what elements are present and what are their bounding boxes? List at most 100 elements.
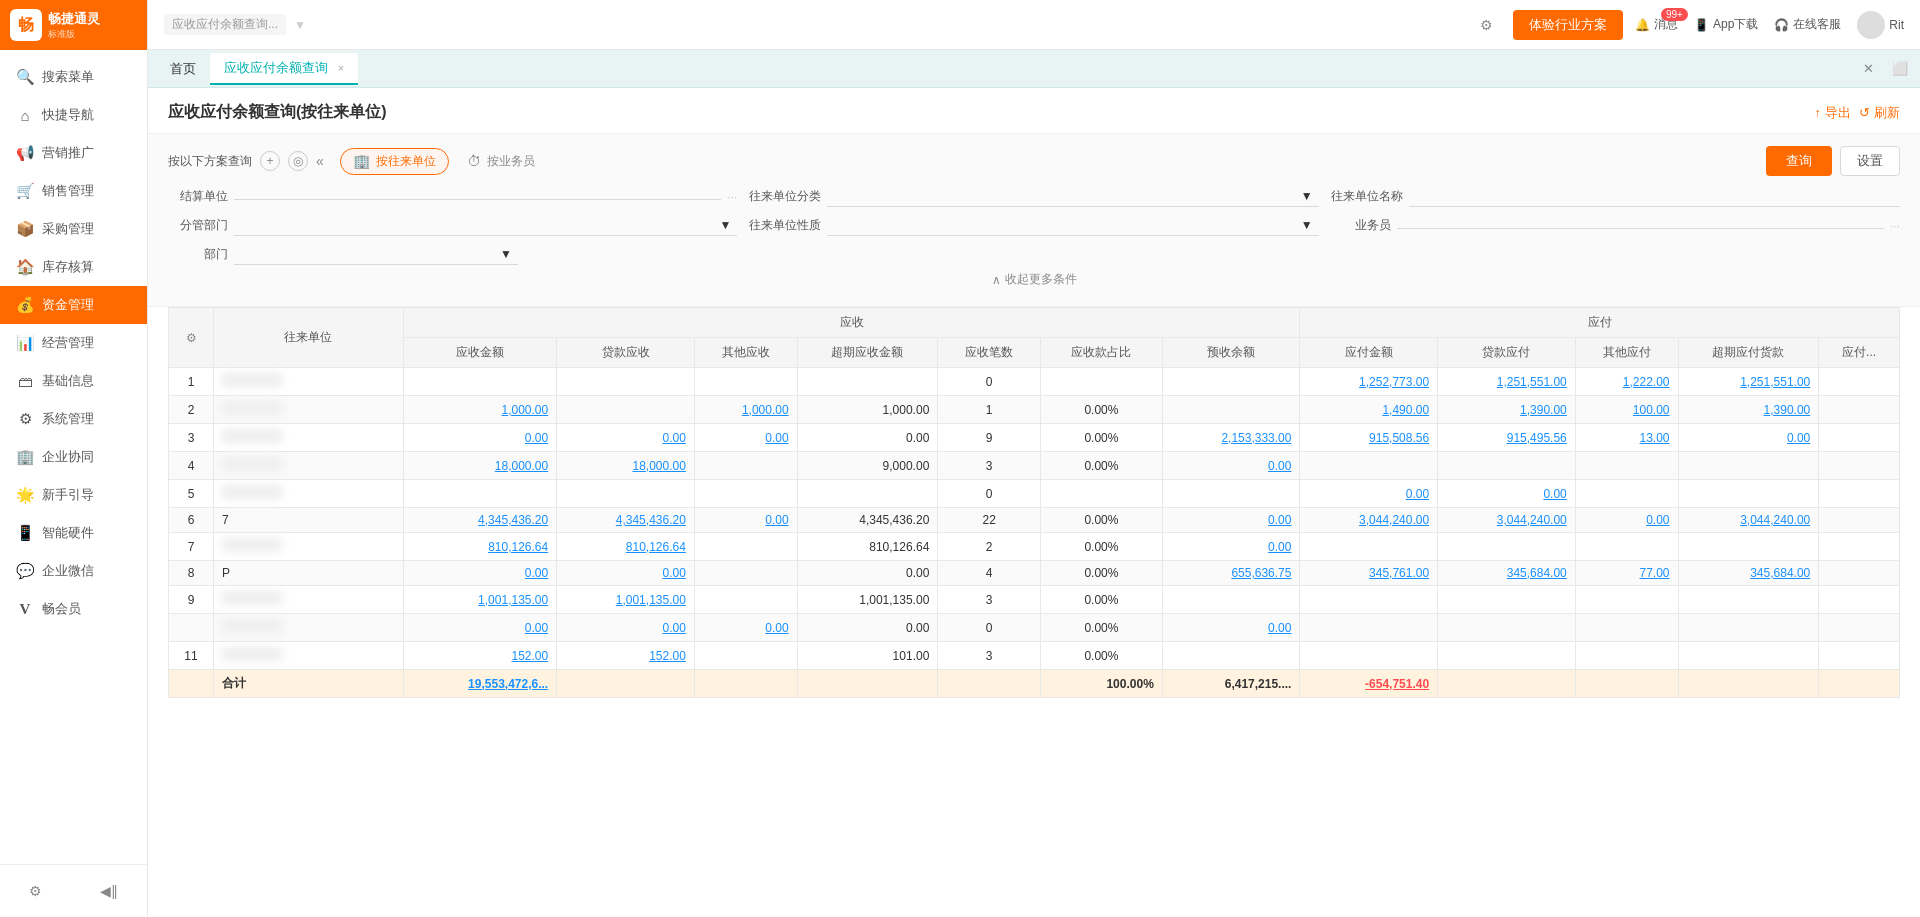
dept-select[interactable]: ▼ [234,244,518,265]
user-area[interactable]: Rit [1857,11,1904,39]
sidebar-item-corp[interactable]: 🏢 企业协同 [0,438,147,476]
table-cell[interactable]: 3,044,240.00 [1678,508,1819,533]
table-cell[interactable]: 0.00 [1162,614,1300,642]
table-cell[interactable]: 345,684.00 [1678,561,1819,586]
set-button[interactable]: 设置 [1840,146,1900,176]
table-cell[interactable]: 810,126.64 [557,533,695,561]
table-cell[interactable]: 1,252,773.00 [1300,368,1438,396]
table-cell[interactable]: 4,345,436.20 [403,508,556,533]
table-cell[interactable]: 4,345,436.20 [557,508,695,533]
sidebar-item-search[interactable]: 🔍 搜索菜单 [0,58,147,96]
table-cell[interactable]: 0.00 [403,614,556,642]
tab-close-icon[interactable]: × [338,62,344,74]
query-button[interactable]: 查询 [1766,146,1832,176]
online-service-btn[interactable]: 🎧 在线客服 [1774,16,1841,33]
table-cell[interactable]: 810,126.64 [403,533,556,561]
unit-name-input[interactable] [1409,186,1900,207]
app-download-btn[interactable]: 📱 App下载 [1694,16,1758,33]
table-cell[interactable]: 18,000.00 [557,452,695,480]
table-cell[interactable]: 1,251,551.00 [1678,368,1819,396]
sidebar-item-quick[interactable]: ⌂ 快捷导航 [0,96,147,134]
table-cell[interactable]: 1,000.00 [403,396,556,424]
sidebar-item-guide[interactable]: 🌟 新手引导 [0,476,147,514]
salesperson-input[interactable] [1397,222,1884,229]
table-cell[interactable]: 1,251,551.00 [1438,368,1576,396]
tab-ar-ap[interactable]: 应收应付余额查询 × [210,53,358,85]
sidebar-settings-btn[interactable]: ⚙ [21,875,50,907]
filter-option-unit[interactable]: 🏢 按往来单位 [340,148,449,175]
table-cell[interactable]: 13.00 [1575,424,1678,452]
table-cell[interactable]: 0.00 [1678,424,1819,452]
sidebar-item-marketing[interactable]: 📢 营销推广 [0,134,147,172]
table-cell[interactable]: 0.00 [1575,508,1678,533]
gear-button[interactable]: ⚙ [1473,11,1501,39]
refresh-button[interactable]: ↺ 刷新 [1859,104,1900,122]
table-cell[interactable]: 0.00 [557,561,695,586]
table-cell[interactable]: 100.00 [1575,396,1678,424]
sidebar-item-basic[interactable]: 🗃 基础信息 [0,362,147,400]
table-cell[interactable]: 0.00 [1300,480,1438,508]
sidebar-item-member[interactable]: V 畅会员 [0,590,147,628]
settle-unit-input[interactable] [234,193,721,200]
table-cell[interactable]: 345,684.00 [1438,561,1576,586]
table-cell[interactable]: 0.00 [694,614,797,642]
table-cell[interactable]: 1,001,135.00 [403,586,556,614]
export-button[interactable]: ↑ 导出 [1815,104,1852,122]
table-cell[interactable]: 2,153,333.00 [1162,424,1300,452]
table-cell[interactable]: 0.00 [694,508,797,533]
table-cell[interactable]: 0.00 [1162,452,1300,480]
table-cell[interactable]: 3,044,240.00 [1438,508,1576,533]
table-cell[interactable]: 0.00 [403,424,556,452]
table-cell[interactable]: 0.00 [1162,533,1300,561]
sidebar-item-wechat[interactable]: 💬 企业微信 [0,552,147,590]
filter-option-staff[interactable]: ⏱ 按业务员 [457,148,545,175]
table-cell[interactable]: 0.00 [694,424,797,452]
unit-category-select[interactable]: ▼ [827,186,1318,207]
tab-home[interactable]: 首页 [156,54,210,84]
table-cell [1438,452,1576,480]
tab-maximize-btn[interactable]: ⬜ [1888,57,1912,81]
sidebar-item-sales[interactable]: 🛒 销售管理 [0,172,147,210]
table-cell[interactable]: 915,495.56 [1438,424,1576,452]
filter-more-btn[interactable]: ∧ 收起更多条件 [168,265,1900,294]
sidebar-item-operation[interactable]: 📊 经营管理 [0,324,147,362]
table-cell[interactable]: 152.00 [557,642,695,670]
table-cell[interactable]: 0.00 [403,561,556,586]
table-cell[interactable]: 0.00 [557,424,695,452]
table-cell[interactable]: 915,508.56 [1300,424,1438,452]
table-cell[interactable]: 3,044,240.00 [1300,508,1438,533]
filter-scheme-btn[interactable]: ◎ [288,151,308,171]
table-cell[interactable]: 1,390.00 [1678,396,1819,424]
table-cell[interactable]: 1,001,135.00 [557,586,695,614]
table-cell[interactable]: 0.00 [1438,480,1576,508]
sidebar-item-inventory[interactable]: 🏠 库存核算 [0,248,147,286]
table-cell[interactable]: 1,222.00 [1575,368,1678,396]
sidebar-item-purchase[interactable]: 📦 采购管理 [0,210,147,248]
dept-manage-select[interactable]: ▼ [234,215,737,236]
table-cell[interactable]: 655,636.75 [1162,561,1300,586]
table-cell[interactable]: 1,000.00 [694,396,797,424]
tab-close-window-btn[interactable]: ✕ [1856,57,1880,81]
sidebar-item-hardware[interactable]: 📱 智能硬件 [0,514,147,552]
sidebar-item-finance[interactable]: 💰 资金管理 [0,286,147,324]
filter-collapse-btn[interactable]: « [316,153,324,169]
table-cell[interactable]: 1,490.00 [1300,396,1438,424]
col-settings-btn[interactable]: ⚙ [177,324,205,352]
settle-unit-dots[interactable]: ··· [727,190,737,204]
filter-add-btn[interactable]: + [260,151,280,171]
table-cell[interactable]: 152.00 [403,642,556,670]
table-cell[interactable]: 77.00 [1575,561,1678,586]
trial-button[interactable]: 体验行业方案 [1513,10,1623,40]
sidebar-item-system[interactable]: ⚙ 系统管理 [0,400,147,438]
total-ap-amount[interactable]: -654,751.40 [1300,670,1438,698]
table-cell[interactable]: 345,761.00 [1300,561,1438,586]
salesperson-dots[interactable]: ··· [1890,219,1900,233]
table-cell[interactable]: 0.00 [557,614,695,642]
table-cell[interactable]: 1,390.00 [1438,396,1576,424]
sidebar-collapse-btn[interactable]: ◀‖ [92,875,126,907]
table-cell[interactable]: 18,000.00 [403,452,556,480]
total-ar-amount[interactable]: 19,553,472,6... [403,670,556,698]
table-cell[interactable]: 0.00 [1162,508,1300,533]
unit-nature-select[interactable]: ▼ [827,215,1318,236]
notification-area[interactable]: 🔔 消息 99+ [1635,16,1678,33]
